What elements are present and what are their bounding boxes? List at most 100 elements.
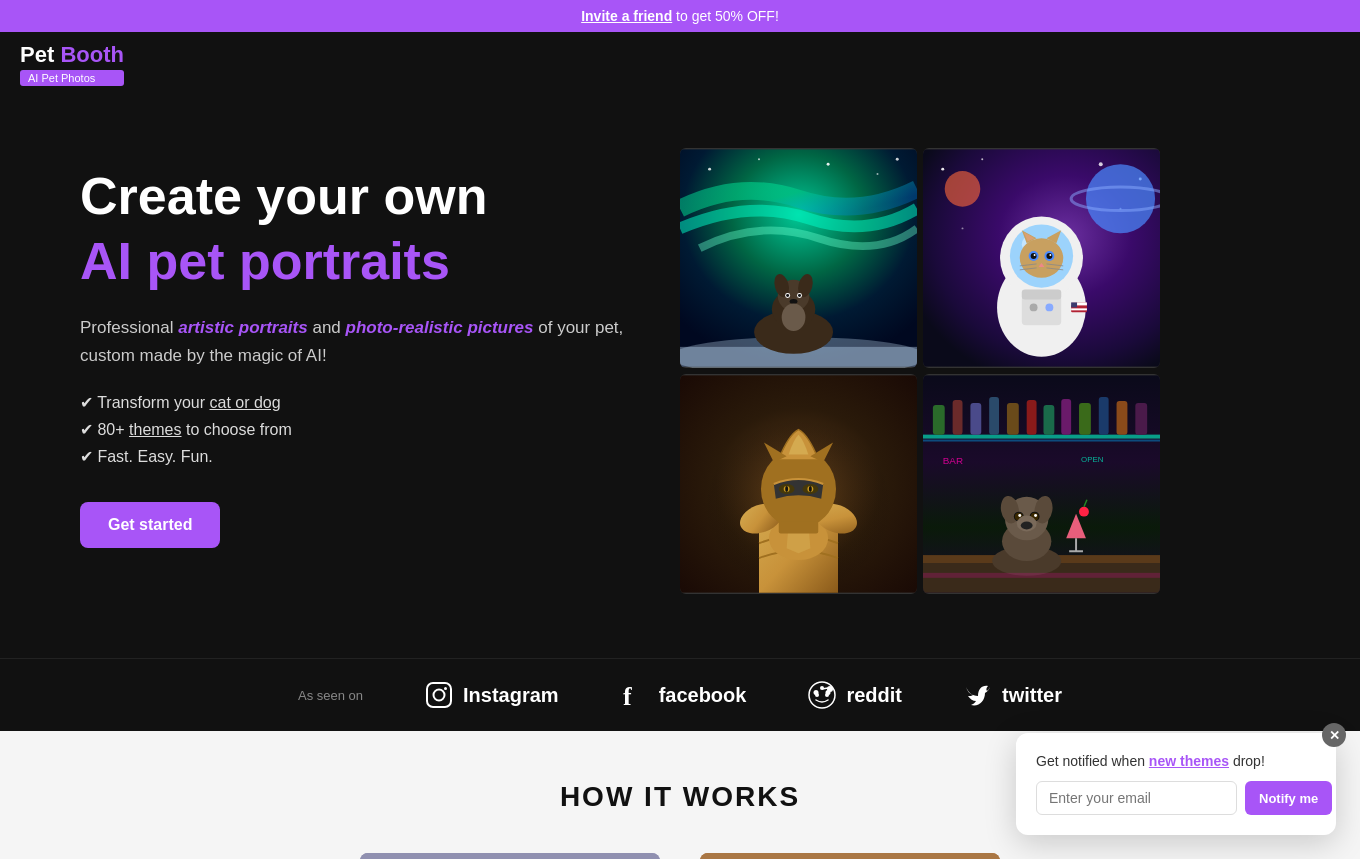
svg-point-120	[814, 690, 819, 695]
feature-1-link[interactable]: cat or dog	[209, 394, 280, 411]
notify-title: Get notified when new themes drop!	[1036, 753, 1316, 769]
feature-2-link[interactable]: themes	[129, 421, 181, 438]
svg-point-39	[1031, 253, 1037, 259]
svg-text:f: f	[623, 682, 632, 711]
svg-point-53	[1030, 303, 1038, 311]
svg-rect-72	[923, 435, 1160, 439]
svg-rect-79	[1027, 400, 1037, 435]
svg-point-1	[708, 168, 711, 171]
svg-point-105	[1034, 514, 1037, 517]
twitter-link[interactable]: twitter	[962, 679, 1062, 711]
instagram-link[interactable]: Instagram	[423, 679, 559, 711]
desc-italic1: artistic portraits	[178, 318, 307, 337]
svg-point-121	[826, 690, 831, 695]
hero-image-astronaut	[923, 148, 1160, 368]
facebook-icon: f	[619, 679, 651, 711]
svg-point-20	[941, 168, 944, 171]
svg-rect-78	[1007, 403, 1019, 435]
svg-point-42	[1049, 254, 1051, 256]
how-image-left: Pet Photos	[360, 853, 660, 859]
notify-form: Notify me	[1036, 781, 1316, 815]
twitter-icon	[962, 679, 994, 711]
facebook-link[interactable]: f facebook	[619, 679, 747, 711]
svg-rect-82	[1079, 403, 1091, 435]
svg-rect-122	[360, 853, 660, 859]
hero-title-line2: AI pet portraits	[80, 233, 640, 290]
svg-point-22	[1099, 162, 1103, 166]
logo-booth: Booth	[60, 42, 124, 67]
svg-point-21	[981, 158, 983, 160]
svg-rect-76	[970, 403, 981, 435]
notify-email-input[interactable]	[1036, 781, 1237, 815]
svg-point-3	[827, 163, 830, 166]
hero-features: ✔ Transform your cat or dog ✔ 80+ themes…	[80, 393, 640, 466]
svg-rect-80	[1043, 405, 1054, 435]
hero-image-grid: BAR OPEN	[680, 148, 1160, 594]
svg-point-104	[1018, 514, 1021, 517]
svg-point-25	[962, 227, 964, 229]
invite-link[interactable]: Invite a friend	[581, 8, 672, 24]
svg-point-16	[798, 294, 801, 297]
feature-2: ✔ 80+ themes to choose from	[80, 420, 640, 439]
reddit-link[interactable]: reddit	[806, 679, 902, 711]
svg-point-114	[809, 682, 835, 708]
svg-rect-75	[953, 400, 963, 435]
desc-link2[interactable]: photo-realistic pictures	[346, 318, 534, 337]
twitter-label: twitter	[1002, 684, 1062, 707]
desc-and: and	[308, 318, 346, 337]
svg-rect-110	[427, 683, 451, 707]
svg-point-18	[782, 303, 806, 331]
svg-text:OPEN: OPEN	[1081, 455, 1104, 464]
svg-point-66	[785, 486, 788, 492]
svg-rect-84	[1117, 401, 1128, 435]
hero-image-aurora	[680, 148, 917, 368]
notify-title-prefix: Get notified when	[1036, 753, 1149, 769]
banner-text: to get 50% OFF!	[672, 8, 779, 24]
notify-close-button[interactable]: ✕	[1322, 723, 1346, 747]
social-bar: As seen on Instagram f facebook re	[0, 658, 1360, 731]
svg-rect-52	[1022, 296, 1062, 326]
svg-text:BAR: BAR	[943, 455, 963, 466]
svg-point-26	[1086, 164, 1155, 233]
feature-1: ✔ Transform your cat or dog	[80, 393, 640, 412]
svg-rect-55	[1022, 290, 1062, 300]
svg-point-2	[758, 158, 760, 160]
svg-rect-74	[933, 405, 945, 435]
hero-title-line1: Create your own	[80, 168, 640, 225]
svg-point-5	[896, 158, 899, 161]
reddit-label: reddit	[846, 684, 902, 707]
how-image-right: 🐾	[700, 853, 1000, 859]
svg-rect-85	[1135, 403, 1147, 435]
notify-themes-link[interactable]: new themes	[1149, 753, 1229, 769]
svg-rect-73	[923, 440, 1160, 442]
svg-point-28	[945, 171, 981, 207]
svg-point-15	[786, 294, 789, 297]
hero-description: Professional artistic portraits and phot…	[80, 314, 640, 368]
svg-point-67	[809, 486, 812, 492]
hero-image-bar: BAR OPEN	[923, 374, 1160, 594]
svg-rect-70	[779, 522, 819, 534]
svg-point-41	[1034, 254, 1036, 256]
notify-title-suffix: drop!	[1229, 753, 1265, 769]
as-seen-on-label: As seen on	[298, 688, 363, 703]
desc-prefix: Professional	[80, 318, 178, 337]
notify-submit-button[interactable]: Notify me	[1245, 781, 1332, 815]
feature-3: ✔ Fast. Easy. Fun.	[80, 447, 640, 466]
reddit-icon	[806, 679, 838, 711]
svg-point-40	[1046, 253, 1052, 259]
instagram-label: Instagram	[463, 684, 559, 707]
svg-point-4	[877, 173, 879, 175]
header: Pet Booth AI Pet Photos	[0, 32, 1360, 98]
svg-rect-50	[1071, 308, 1087, 310]
notify-popup: ✕ Get notified when new themes drop! Not…	[1016, 733, 1336, 835]
get-started-button[interactable]: Get started	[80, 502, 220, 548]
svg-rect-83	[1099, 397, 1109, 435]
logo-text: Pet Booth	[20, 44, 124, 66]
svg-rect-81	[1061, 399, 1071, 435]
svg-rect-51	[1071, 302, 1077, 307]
hero-content: Create your own AI pet portraits Profess…	[80, 148, 640, 548]
svg-rect-109	[923, 573, 1160, 578]
svg-point-33	[1020, 238, 1063, 278]
svg-point-93	[1079, 507, 1089, 517]
hero-section: Create your own AI pet portraits Profess…	[0, 98, 1360, 658]
